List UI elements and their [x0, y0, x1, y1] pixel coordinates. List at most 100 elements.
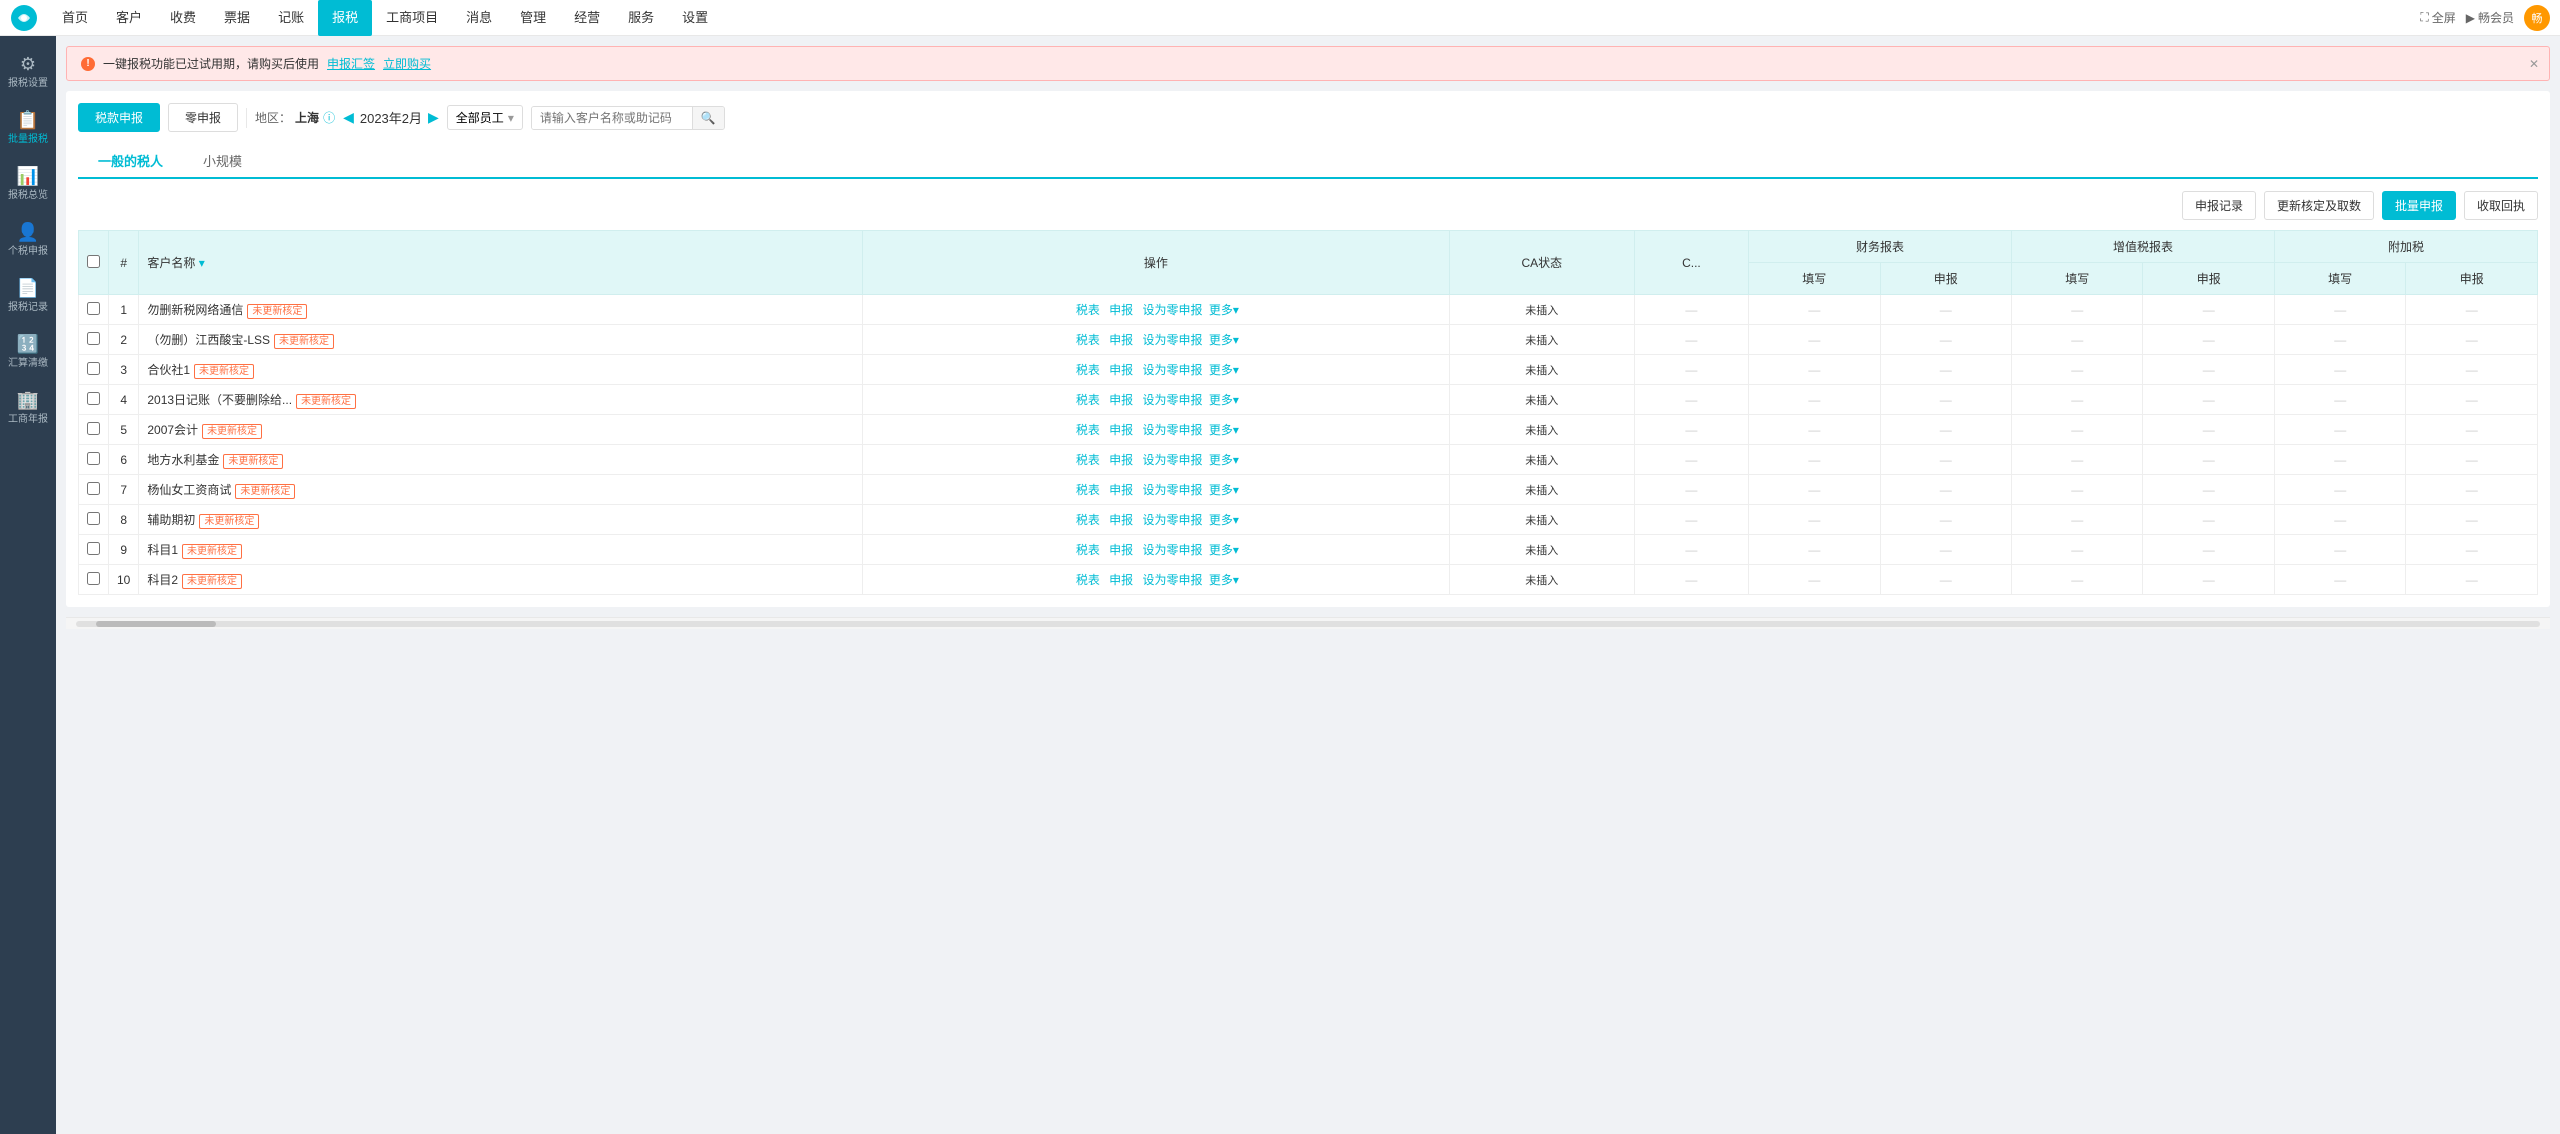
op-zero-declare[interactable]: 设为零申报: [1143, 303, 1203, 317]
tab-tax-declare[interactable]: 税款申报: [78, 103, 160, 132]
nav-item-home[interactable]: 首页: [48, 0, 102, 36]
op-tax-table[interactable]: 税表: [1076, 513, 1100, 527]
op-zero-declare[interactable]: 设为零申报: [1143, 393, 1203, 407]
op-more[interactable]: 更多▾: [1209, 333, 1239, 347]
nav-item-settings[interactable]: 设置: [668, 0, 722, 36]
op-declare[interactable]: 申报: [1109, 333, 1133, 347]
row-checkbox[interactable]: [87, 542, 100, 555]
op-more[interactable]: 更多▾: [1209, 423, 1239, 437]
nav-item-commerce[interactable]: 工商项目: [372, 0, 452, 36]
notification-link-report[interactable]: 申报汇签: [327, 55, 375, 72]
nav-item-account[interactable]: 记账: [264, 0, 318, 36]
row-operations: 税表 申报 设为零申报 更多▾: [862, 355, 1449, 385]
op-tax-table[interactable]: 税表: [1076, 363, 1100, 377]
sidebar-item-personal-tax[interactable]: 👤 个税申报: [0, 212, 56, 268]
row-checkbox[interactable]: [87, 422, 100, 435]
nav-item-tax[interactable]: 报税: [318, 0, 372, 36]
sidebar-item-tax-settings[interactable]: ⚙ 报税设置: [0, 44, 56, 100]
op-declare[interactable]: 申报: [1109, 423, 1133, 437]
op-more[interactable]: 更多▾: [1209, 573, 1239, 587]
op-zero-declare[interactable]: 设为零申报: [1143, 513, 1203, 527]
close-notification-button[interactable]: ✕: [2529, 57, 2539, 71]
op-zero-declare[interactable]: 设为零申报: [1143, 483, 1203, 497]
horizontal-scrollbar[interactable]: [66, 617, 2550, 629]
op-declare[interactable]: 申报: [1109, 543, 1133, 557]
row-col-0: —: [1749, 445, 1880, 475]
op-declare[interactable]: 申报: [1109, 363, 1133, 377]
notification-link-buy[interactable]: 立即购买: [383, 55, 431, 72]
row-checkbox[interactable]: [87, 452, 100, 465]
op-declare[interactable]: 申报: [1109, 513, 1133, 527]
sidebar-item-tax-records[interactable]: 📄 报税记录: [0, 268, 56, 324]
op-declare[interactable]: 申报: [1109, 303, 1133, 317]
retrieve-receipt-button[interactable]: 收取回执: [2464, 191, 2538, 220]
nav-item-invoice[interactable]: 票据: [210, 0, 264, 36]
op-declare[interactable]: 申报: [1109, 393, 1133, 407]
date-prev-button[interactable]: ◀: [343, 109, 354, 126]
row-checkbox[interactable]: [87, 392, 100, 405]
update-verify-button[interactable]: 更新核定及取数: [2264, 191, 2374, 220]
row-checkbox[interactable]: [87, 512, 100, 525]
nav-item-message[interactable]: 消息: [452, 0, 506, 36]
search-button[interactable]: 🔍: [692, 107, 724, 129]
tab-general-taxpayer[interactable]: 一般的税人: [78, 144, 183, 179]
tab-zero-declare[interactable]: 零申报: [168, 103, 238, 132]
fullscreen-button[interactable]: ⛶ 全屏: [2420, 9, 2455, 26]
row-ca-check: —: [1634, 295, 1748, 325]
row-col-5: —: [2406, 475, 2538, 505]
op-zero-declare[interactable]: 设为零申报: [1143, 453, 1203, 467]
row-checkbox[interactable]: [87, 332, 100, 345]
op-tax-table[interactable]: 税表: [1076, 333, 1100, 347]
sidebar-item-batch-tax[interactable]: 📋 批量报税: [0, 100, 56, 156]
row-col-3: —: [2143, 385, 2274, 415]
sidebar-item-annual-report[interactable]: 🏢 工商年报: [0, 380, 56, 436]
op-declare[interactable]: 申报: [1109, 453, 1133, 467]
op-zero-declare[interactable]: 设为零申报: [1143, 423, 1203, 437]
op-declare[interactable]: 申报: [1109, 573, 1133, 587]
op-more[interactable]: 更多▾: [1209, 393, 1239, 407]
select-all-checkbox[interactable]: [87, 255, 100, 268]
nav-item-operation[interactable]: 经营: [560, 0, 614, 36]
nav-item-service[interactable]: 服务: [614, 0, 668, 36]
tab-small-scale[interactable]: 小规模: [183, 144, 262, 179]
search-box: 🔍: [531, 106, 725, 130]
op-more[interactable]: 更多▾: [1209, 303, 1239, 317]
op-tax-table[interactable]: 税表: [1076, 423, 1100, 437]
sidebar-label-personal-tax: 个税申报: [8, 246, 48, 258]
op-tax-table[interactable]: 税表: [1076, 303, 1100, 317]
row-checkbox[interactable]: [87, 572, 100, 585]
scroll-thumb[interactable]: [96, 621, 216, 627]
staff-selector[interactable]: 全部员工 ▾: [447, 105, 523, 130]
declare-records-button[interactable]: 申报记录: [2182, 191, 2256, 220]
op-zero-declare[interactable]: 设为零申报: [1143, 543, 1203, 557]
nav-item-fee[interactable]: 收费: [156, 0, 210, 36]
nav-item-manage[interactable]: 管理: [506, 0, 560, 36]
op-tax-table[interactable]: 税表: [1076, 543, 1100, 557]
op-more[interactable]: 更多▾: [1209, 543, 1239, 557]
op-tax-table[interactable]: 税表: [1076, 573, 1100, 587]
search-input[interactable]: [532, 107, 692, 129]
info-icon[interactable]: ⓘ: [323, 109, 335, 126]
nav-item-client[interactable]: 客户: [102, 0, 156, 36]
op-zero-declare[interactable]: 设为零申报: [1143, 363, 1203, 377]
op-declare[interactable]: 申报: [1109, 483, 1133, 497]
sidebar-item-annual-clearing[interactable]: 🔢 汇算清缴: [0, 324, 56, 380]
op-more[interactable]: 更多▾: [1209, 513, 1239, 527]
row-checkbox[interactable]: [87, 482, 100, 495]
op-tax-table[interactable]: 税表: [1076, 483, 1100, 497]
op-tax-table[interactable]: 税表: [1076, 393, 1100, 407]
row-checkbox[interactable]: [87, 362, 100, 375]
row-ca-status: 未插入: [1449, 475, 1634, 505]
batch-declare-button[interactable]: 批量申报: [2382, 191, 2456, 220]
op-zero-declare[interactable]: 设为零申报: [1143, 573, 1203, 587]
sidebar-label-batch-tax: 批量报税: [8, 134, 48, 146]
op-more[interactable]: 更多▾: [1209, 363, 1239, 377]
op-more[interactable]: 更多▾: [1209, 483, 1239, 497]
op-zero-declare[interactable]: 设为零申报: [1143, 333, 1203, 347]
row-checkbox[interactable]: [87, 302, 100, 315]
sidebar-item-tax-overview[interactable]: 📊 报税总览: [0, 156, 56, 212]
date-next-button[interactable]: ▶: [428, 109, 439, 126]
op-tax-table[interactable]: 税表: [1076, 453, 1100, 467]
member-button[interactable]: ▶ 畅会员: [2466, 9, 2514, 26]
op-more[interactable]: 更多▾: [1209, 453, 1239, 467]
